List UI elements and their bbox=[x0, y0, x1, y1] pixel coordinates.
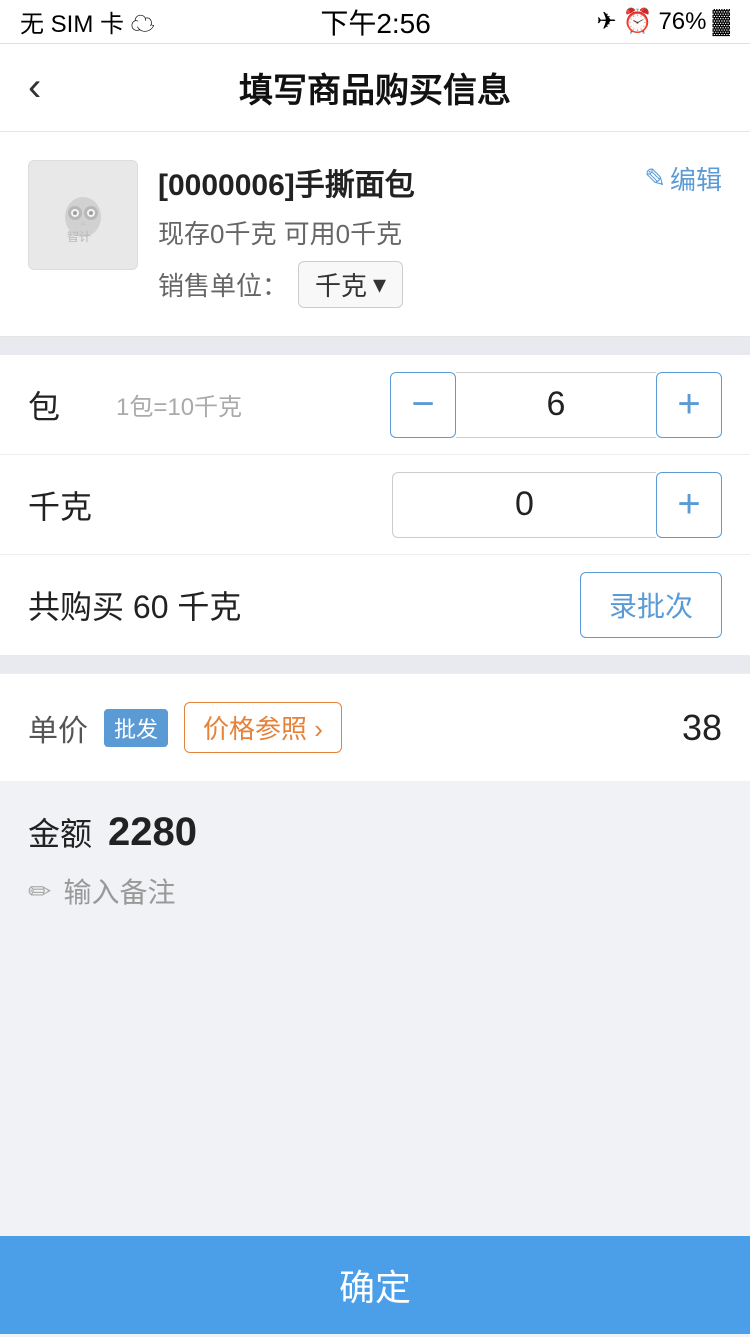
confirm-bar[interactable]: 确定 bbox=[0, 1236, 750, 1334]
product-unit-row: 销售单位： 千克 ▾ bbox=[158, 261, 722, 308]
product-info: [0000006]手撕面包 现存0千克 可用0千克 销售单位： 千克 ▾ bbox=[158, 160, 722, 308]
alarm-icon: ⏰ bbox=[623, 7, 653, 36]
main-spacer bbox=[0, 939, 750, 1239]
amount-label: 金额 bbox=[28, 809, 92, 855]
pencil-icon: ✏ bbox=[28, 875, 51, 908]
package-label: 包 bbox=[28, 382, 108, 428]
total-label: 共购买 60 千克 bbox=[28, 582, 241, 628]
package-hint: 1包=10千克 bbox=[116, 387, 390, 422]
kg-plus-button[interactable]: + bbox=[656, 472, 722, 538]
wholesale-badge: 批发 bbox=[104, 709, 168, 747]
unit-label: 销售单位： bbox=[158, 266, 288, 303]
edit-button[interactable]: ✎ 编辑 bbox=[644, 160, 722, 197]
battery-icon: ▓ bbox=[713, 8, 731, 36]
package-qty-input[interactable] bbox=[456, 372, 656, 438]
location-icon: ✈ bbox=[596, 7, 616, 36]
nav-bar: ‹ 填写商品购买信息 bbox=[0, 44, 750, 132]
kg-qty-control: + bbox=[392, 472, 722, 538]
note-placeholder: 输入备注 bbox=[63, 871, 175, 911]
price-label: 单价 bbox=[28, 706, 88, 750]
package-qty-control: − + bbox=[390, 372, 722, 438]
page-title: 填写商品购买信息 bbox=[239, 63, 511, 112]
kg-qty-input[interactable] bbox=[392, 472, 656, 538]
status-bar: 无 SIM 卡 ☁ 下午2:56 ✈ ⏰ 76% ▓ bbox=[0, 0, 750, 44]
status-left: 无 SIM 卡 ☁ bbox=[20, 4, 155, 39]
amount-section: 金额 2280 ✏ 输入备注 bbox=[0, 781, 750, 939]
note-row[interactable]: ✏ 输入备注 bbox=[28, 871, 722, 911]
price-ref-button[interactable]: 价格参照 › bbox=[184, 702, 342, 753]
unit-dropdown-icon: ▾ bbox=[373, 269, 386, 300]
separator-2 bbox=[0, 655, 750, 673]
product-name: [0000006]手撕面包 bbox=[158, 160, 722, 204]
back-button[interactable]: ‹ bbox=[28, 65, 41, 110]
product-card: 智计 [0000006]手撕面包 现存0千克 可用0千克 销售单位： 千克 ▾ … bbox=[0, 132, 750, 337]
status-time: 下午2:56 bbox=[320, 2, 431, 42]
unit-value: 千克 bbox=[315, 266, 367, 303]
kg-input-row: 千克 + bbox=[0, 455, 750, 555]
svg-text:智计: 智计 bbox=[67, 229, 91, 244]
price-value: 38 bbox=[682, 707, 722, 749]
total-row: 共购买 60 千克 录批次 bbox=[0, 555, 750, 655]
separator-1 bbox=[0, 337, 750, 355]
status-right: ✈ ⏰ 76% ▓ bbox=[596, 7, 730, 36]
product-image: 智计 bbox=[28, 160, 138, 270]
product-stock: 现存0千克 可用0千克 bbox=[158, 214, 722, 251]
price-section: 单价 批发 价格参照 › 38 bbox=[0, 673, 750, 781]
unit-select[interactable]: 千克 ▾ bbox=[298, 261, 403, 308]
confirm-button[interactable]: 确定 bbox=[339, 1259, 411, 1311]
edit-icon: ✎ bbox=[644, 163, 666, 194]
kg-label: 千克 bbox=[28, 482, 108, 528]
amount-row: 金额 2280 bbox=[28, 809, 722, 855]
package-minus-button[interactable]: − bbox=[390, 372, 456, 438]
price-row: 单价 批发 价格参照 › 38 bbox=[28, 702, 722, 753]
battery-text: 76% bbox=[658, 8, 706, 36]
package-input-row: 包 1包=10千克 − + bbox=[0, 355, 750, 455]
batch-button[interactable]: 录批次 bbox=[580, 572, 722, 638]
sim-signal-text: 无 SIM 卡 ☁ bbox=[20, 4, 155, 39]
amount-value: 2280 bbox=[108, 810, 197, 855]
package-plus-button[interactable]: + bbox=[656, 372, 722, 438]
edit-label: 编辑 bbox=[670, 160, 722, 197]
